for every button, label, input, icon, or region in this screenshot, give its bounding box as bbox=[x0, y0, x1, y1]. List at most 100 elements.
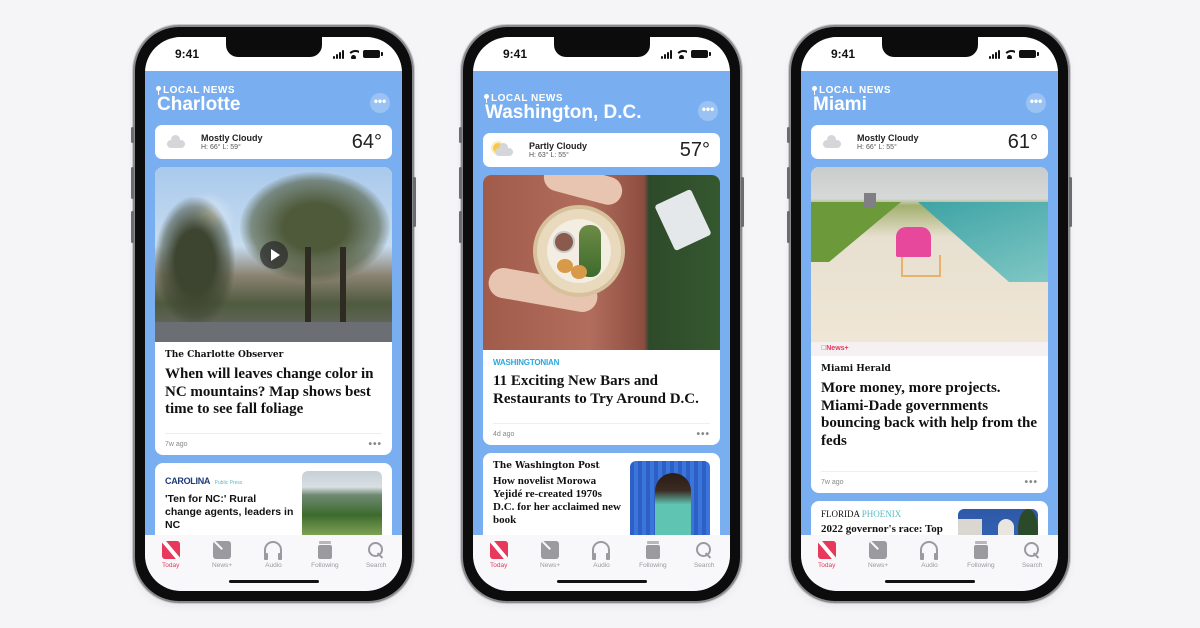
top-story-card[interactable]: News+ Miami Herald More money, more pro… bbox=[811, 167, 1048, 493]
notch bbox=[225, 37, 322, 57]
publisher-logo: The Charlotte Observer bbox=[165, 350, 284, 360]
headphones-icon bbox=[264, 541, 283, 560]
top-story-card[interactable]: The Charlotte Observer When will leaves … bbox=[155, 167, 392, 455]
news-plus-icon bbox=[869, 541, 888, 559]
weather-condition: Mostly Cloudy bbox=[201, 133, 263, 143]
weather-condition: Mostly Cloudy bbox=[857, 133, 919, 143]
signal-icon bbox=[333, 49, 344, 59]
notch bbox=[553, 37, 650, 57]
wifi-icon bbox=[1004, 49, 1015, 59]
story-age: 4d ago bbox=[493, 431, 515, 438]
publisher-logo: CAROLINA bbox=[165, 476, 211, 486]
more-options-button[interactable]: ••• bbox=[1026, 93, 1046, 113]
signal-icon bbox=[989, 49, 1000, 59]
tab-news-plus[interactable]: News+ bbox=[198, 541, 246, 591]
tab-today[interactable]: Today bbox=[803, 541, 851, 591]
tab-following[interactable]: Following bbox=[957, 541, 1005, 591]
tab-search[interactable]: Search bbox=[1008, 541, 1056, 591]
weather-widget[interactable]: Mostly Cloudy H: 66° L: 55° 61° bbox=[811, 125, 1048, 159]
story-more-button[interactable]: ••• bbox=[368, 439, 382, 450]
today-icon bbox=[817, 541, 836, 559]
tab-today[interactable]: Today bbox=[147, 541, 195, 591]
home-indicator[interactable] bbox=[884, 580, 975, 583]
tab-following[interactable]: Following bbox=[629, 541, 677, 591]
weather-condition: Partly Cloudy bbox=[529, 141, 588, 151]
local-news-header: LOCAL NEWS Miami ••• bbox=[801, 71, 1058, 125]
weather-widget[interactable]: Mostly Cloudy H: 66° L: 59° 64° bbox=[155, 125, 392, 159]
power-button bbox=[741, 177, 744, 227]
publisher-logo: Miami Herald bbox=[821, 364, 891, 374]
weather-temperature: 57° bbox=[679, 138, 710, 161]
tab-search[interactable]: Search bbox=[352, 541, 400, 591]
search-icon bbox=[695, 541, 713, 559]
tab-news-plus[interactable]: News+ bbox=[854, 541, 902, 591]
power-button bbox=[1069, 177, 1072, 227]
tab-audio[interactable]: Audio bbox=[249, 541, 297, 591]
phone-washington: 9:41 LOCAL NEWS Washington, D.C. ••• Par… bbox=[459, 27, 744, 601]
screen: 9:41 LOCAL NEWS Miami ••• Mostly Cloudy … bbox=[801, 37, 1058, 591]
story-headline[interactable]: More money, more projects. Miami-Dade go… bbox=[821, 380, 1038, 450]
story-headline[interactable]: 11 Exciting New Bars and Restaurants to … bbox=[493, 373, 710, 408]
more-options-button[interactable]: ••• bbox=[698, 101, 718, 121]
notch bbox=[881, 37, 978, 57]
status-bar: 9:41 bbox=[145, 37, 402, 71]
following-icon bbox=[644, 541, 662, 559]
tab-bar: Today News+ Audio Following Search bbox=[473, 535, 730, 591]
following-icon bbox=[972, 541, 990, 559]
cloud-icon bbox=[821, 135, 843, 149]
play-video-button[interactable] bbox=[259, 240, 288, 269]
mute-switch bbox=[787, 127, 790, 143]
top-story-card[interactable]: WASHINGTONIAN 11 Exciting New Bars and R… bbox=[483, 175, 720, 445]
story-headline[interactable]: When will leaves change color in NC moun… bbox=[165, 366, 382, 419]
battery-icon bbox=[1019, 50, 1039, 58]
weather-temperature: 61° bbox=[1007, 130, 1038, 153]
local-news-header: LOCAL NEWS Washington, D.C. ••• bbox=[473, 71, 730, 133]
story-headline[interactable]: 'Ten for NC:' Rural change agents, leade… bbox=[165, 493, 294, 532]
volume-down-button bbox=[787, 211, 790, 243]
tab-audio[interactable]: Audio bbox=[905, 541, 953, 591]
location-pin-icon bbox=[484, 94, 489, 103]
publisher-logo: WASHINGTONIAN bbox=[493, 358, 560, 367]
screen: 9:41 LOCAL NEWS Charlotte ••• Mostly Clo… bbox=[145, 37, 402, 591]
news-plus-badge: News+ bbox=[811, 342, 1048, 356]
tab-audio[interactable]: Audio bbox=[577, 541, 625, 591]
headphones-icon bbox=[592, 541, 611, 560]
weather-widget[interactable]: Partly Cloudy H: 63° L: 55° 57° bbox=[483, 133, 720, 167]
story-headline[interactable]: How novelist Morowa Yejidé re-created 19… bbox=[493, 475, 622, 527]
today-icon bbox=[489, 541, 508, 559]
story-age: 7w ago bbox=[165, 441, 188, 448]
mute-switch bbox=[459, 127, 462, 143]
local-news-header: LOCAL NEWS Charlotte ••• bbox=[145, 71, 402, 125]
weather-temperature: 64° bbox=[351, 130, 382, 153]
screen: 9:41 LOCAL NEWS Washington, D.C. ••• Par… bbox=[473, 37, 730, 591]
story-image bbox=[811, 167, 1048, 342]
volume-down-button bbox=[459, 211, 462, 243]
tab-search[interactable]: Search bbox=[680, 541, 728, 591]
tab-today[interactable]: Today bbox=[475, 541, 523, 591]
mute-switch bbox=[131, 127, 134, 143]
phone-miami: 9:41 LOCAL NEWS Miami ••• Mostly Cloudy … bbox=[787, 27, 1072, 601]
phone-charlotte: 9:41 LOCAL NEWS Charlotte ••• Mostly Clo… bbox=[131, 27, 416, 601]
weather-high-low: H: 66° L: 59° bbox=[201, 144, 241, 151]
location-pin-icon bbox=[812, 86, 817, 95]
status-bar: 9:41 bbox=[801, 37, 1058, 71]
volume-down-button bbox=[131, 211, 134, 243]
news-plus-icon bbox=[541, 541, 560, 559]
more-options-button[interactable]: ••• bbox=[370, 93, 390, 113]
battery-icon bbox=[691, 50, 711, 58]
story-more-button[interactable]: ••• bbox=[696, 429, 710, 440]
news-plus-icon bbox=[213, 541, 232, 559]
wifi-icon bbox=[348, 49, 359, 59]
story-thumbnail bbox=[630, 461, 710, 541]
cloud-icon bbox=[165, 135, 187, 149]
partly-cloudy-icon bbox=[493, 143, 515, 157]
battery-icon bbox=[363, 50, 383, 58]
headphones-icon bbox=[920, 541, 939, 560]
tab-news-plus[interactable]: News+ bbox=[526, 541, 574, 591]
story-age: 7w ago bbox=[821, 479, 844, 486]
tab-following[interactable]: Following bbox=[301, 541, 349, 591]
story-more-button[interactable]: ••• bbox=[1024, 477, 1038, 488]
home-indicator[interactable] bbox=[556, 580, 647, 583]
home-indicator[interactable] bbox=[228, 580, 319, 583]
status-time: 9:41 bbox=[503, 47, 528, 61]
